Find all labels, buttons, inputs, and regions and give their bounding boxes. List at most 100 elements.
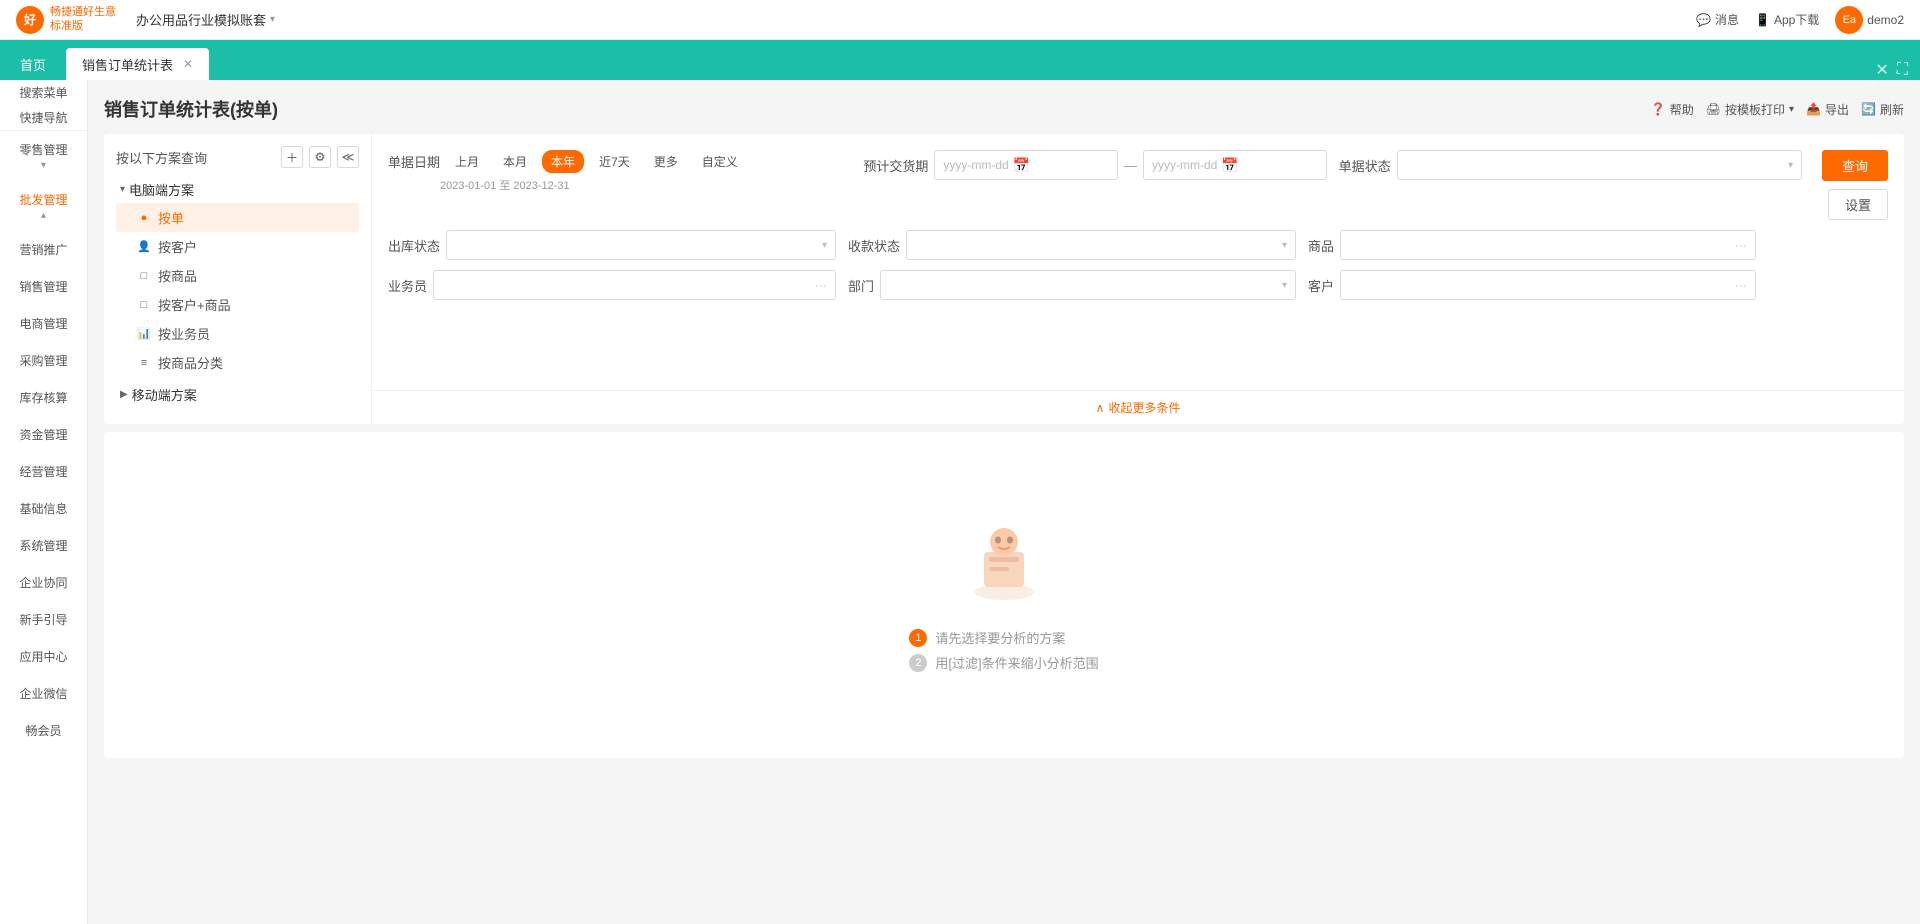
date-more-btn[interactable]: 更多	[645, 150, 687, 173]
product-dots: ···	[1735, 238, 1747, 252]
scheme-item-by-order[interactable]: ● 按单	[116, 203, 359, 232]
sidebar-item-finance[interactable]: 资金管理	[0, 416, 87, 453]
product-input[interactable]: ···	[1340, 230, 1756, 260]
pc-group-arrow: ▾	[120, 184, 125, 195]
message-btn[interactable]: 💬 帮助 消息	[1696, 11, 1739, 28]
hint-num-2: 2	[909, 654, 927, 672]
mobile-group-header[interactable]: ▶ 移动端方案	[116, 381, 359, 408]
sidebar-item-system[interactable]: 系统管理	[0, 527, 87, 564]
app-title: 办公用品行业模拟账套	[136, 10, 266, 29]
app-title-arrow[interactable]: ▾	[270, 14, 275, 25]
delivery-date-end-input[interactable]: yyyy-mm-dd 📅	[1143, 150, 1327, 180]
scheme-item-by-cust-prod[interactable]: □ 按客户+商品	[116, 290, 359, 319]
date-this-month-btn[interactable]: 本月	[494, 150, 536, 173]
collapse-row[interactable]: ∧ 收起更多条件	[372, 390, 1904, 424]
help-icon: ❓	[1651, 102, 1666, 116]
pc-group-header[interactable]: ▾ 电脑端方案	[116, 176, 359, 203]
customer-dots: ···	[1735, 278, 1747, 292]
username: demo2	[1867, 13, 1904, 27]
export-btn[interactable]: 📤 导出	[1806, 101, 1849, 118]
sidebar-item-enterprise[interactable]: 企业协同	[0, 564, 87, 601]
department-label: 部门	[848, 276, 874, 295]
date-this-year-btn[interactable]: 本年	[542, 150, 584, 173]
sidebar-item-sales[interactable]: 销售管理	[0, 268, 87, 305]
tab-close-icon[interactable]: ✕	[183, 57, 193, 71]
delivery-date-start-input[interactable]: yyyy-mm-dd 📅	[934, 150, 1118, 180]
tab-minimize-btn[interactable]: ✕	[1875, 60, 1888, 80]
tab-maximize-btn[interactable]: ⛶	[1897, 61, 1908, 79]
scheme-sidebar-icons: ＋ ⚙ ≪	[281, 146, 359, 168]
tab-sales-stat-label: 销售订单统计表	[82, 55, 173, 74]
scheme-item-by-salesperson[interactable]: 📊 按业务员	[116, 319, 359, 348]
logo-icon: 好	[16, 6, 44, 34]
tab-sales-stat[interactable]: 销售订单统计表 ✕	[66, 48, 209, 80]
app-title-area[interactable]: 办公用品行业模拟账套 ▾	[136, 10, 275, 29]
date-last-month-btn[interactable]: 上月	[446, 150, 488, 173]
sidebar-item-appcenter[interactable]: 应用中心	[0, 638, 87, 675]
customer-input[interactable]: ···	[1340, 270, 1756, 300]
scheme-item-by-category[interactable]: ≡ 按商品分类	[116, 348, 359, 377]
date-range-display: 2023-01-01 至 2023-12-31	[388, 177, 851, 193]
payment-status-group: 收款状态 ▾	[848, 230, 1296, 260]
tab-home-label: 首页	[20, 55, 46, 74]
tab-home[interactable]: 首页	[4, 48, 62, 80]
filter-row-3: 业务员 ··· 部门 ▾	[388, 270, 1888, 300]
delivery-status-group: 出库状态 ▾	[388, 230, 836, 260]
sidebar-item-member[interactable]: 畅会员	[0, 712, 87, 749]
settings-scheme-btn[interactable]: ⚙	[309, 146, 331, 168]
collapse-scheme-btn[interactable]: ≪	[337, 146, 359, 168]
help-btn[interactable]: ❓ 帮助	[1651, 101, 1694, 118]
query-btn[interactable]: 查询	[1822, 150, 1888, 181]
scheme-item-by-product[interactable]: □ 按商品	[116, 261, 359, 290]
sidebar-item-wechat[interactable]: 企业微信	[0, 675, 87, 712]
date-last-7days-btn[interactable]: 近7天	[590, 150, 639, 173]
hint-item-1: 1 请先选择要分析的方案	[909, 628, 1098, 647]
wholesale-arrow-icon: ▴	[41, 210, 46, 221]
delivery-status-select[interactable]: ▾	[446, 230, 836, 260]
top-bar-right: 💬 帮助 消息 📱 App下载 Ea demo2	[1696, 6, 1904, 34]
refresh-btn[interactable]: 🔄 刷新	[1861, 101, 1904, 118]
order-status-select[interactable]: ▾	[1397, 150, 1802, 180]
hint-text-2: 用[过滤]条件来缩小分析范围	[935, 653, 1098, 672]
filter-right: 单据日期 上月 本月 本年 近7天 更多 自定义 2023-01-01 至 20…	[372, 134, 1904, 390]
sidebar-item-operations[interactable]: 经营管理	[0, 453, 87, 490]
settings-btn[interactable]: 设置	[1828, 189, 1888, 220]
sidebar-item-marketing[interactable]: 营销推广	[0, 231, 87, 268]
sidebar-quick-nav[interactable]: 快捷导航	[0, 105, 87, 131]
app-download-btn[interactable]: 📱 App下载	[1755, 11, 1819, 28]
sidebar-item-basic[interactable]: 基础信息	[0, 490, 87, 527]
department-group: 部门 ▾	[848, 270, 1296, 300]
sidebar-item-inventory[interactable]: 库存核算	[0, 379, 87, 416]
add-scheme-btn[interactable]: ＋	[281, 146, 303, 168]
sidebar-item-ecommerce[interactable]: 电商管理	[0, 305, 87, 342]
date-custom-btn[interactable]: 自定义	[693, 150, 747, 173]
sidebar-item-newuser[interactable]: 新手引导	[0, 601, 87, 638]
date-label-row: 单据日期 上月 本月 本年 近7天 更多 自定义	[388, 150, 851, 173]
calendar-end-icon[interactable]: 📅	[1221, 157, 1238, 174]
department-arrow-icon: ▾	[1282, 280, 1287, 291]
refresh-icon: 🔄	[1861, 102, 1876, 116]
template-print-btn[interactable]: 🖨 按模板打印 ▾	[1706, 101, 1794, 118]
delivery-date-label: 预计交货期	[863, 156, 928, 175]
logo-area: 好 畅捷通好生意 标准版	[16, 6, 116, 34]
sidebar-item-retail[interactable]: 零售管理 ▾	[0, 131, 87, 181]
hint-item-2: 2 用[过滤]条件来缩小分析范围	[909, 653, 1098, 672]
payment-status-select[interactable]: ▾	[906, 230, 1296, 260]
delivery-status-label: 出库状态	[388, 236, 440, 255]
print-icon: 🖨	[1706, 102, 1721, 116]
scheme-item-by-customer[interactable]: 👤 按客户	[116, 232, 359, 261]
sidebar-item-wholesale[interactable]: 批发管理 ▴	[0, 181, 87, 231]
by-category-icon: ≡	[136, 355, 152, 371]
calendar-start-icon[interactable]: 📅	[1013, 157, 1030, 174]
sidebar-item-purchase[interactable]: 采购管理	[0, 342, 87, 379]
salesperson-input[interactable]: ···	[433, 270, 836, 300]
department-select[interactable]: ▾	[880, 270, 1296, 300]
order-status-label: 单据状态	[1339, 156, 1391, 175]
tab-bar: 首页 销售订单统计表 ✕ ✕ ⛶	[0, 40, 1920, 80]
empty-hints: 1 请先选择要分析的方案 2 用[过滤]条件来缩小分析范围	[909, 628, 1098, 678]
user-area[interactable]: Ea demo2	[1835, 6, 1904, 34]
filter-container: 按以下方案查询 ＋ ⚙ ≪ ▾ 电脑端方案	[104, 134, 1904, 424]
mobile-scheme-group: ▶ 移动端方案	[116, 381, 359, 408]
sidebar-search[interactable]: 搜索菜单	[0, 80, 87, 105]
pc-group-label: 电脑端方案	[129, 180, 194, 199]
